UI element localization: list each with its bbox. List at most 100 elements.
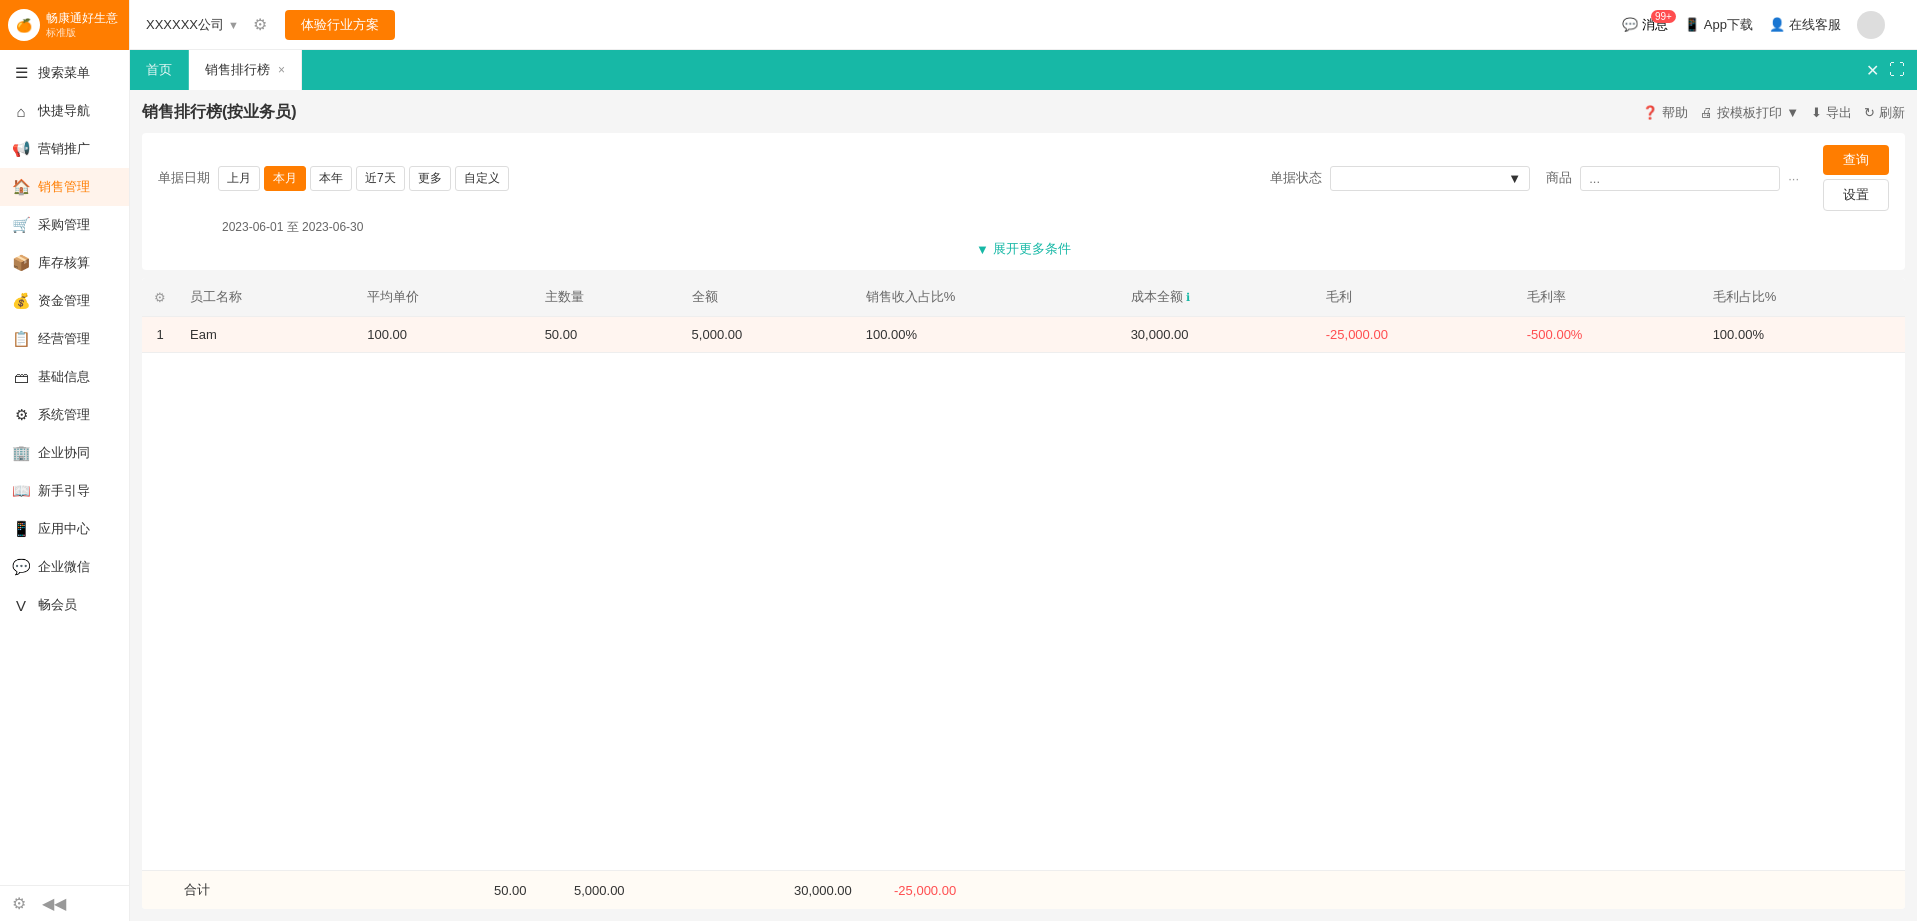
settings-button[interactable]: 设置 — [1823, 179, 1889, 211]
status-select-chevron-icon: ▼ — [1508, 171, 1521, 186]
page-title: 销售排行榜(按业务员) — [142, 102, 297, 123]
sidebar-item-operations-label: 经营管理 — [38, 330, 90, 348]
sidebar-item-enterprise-label: 企业协同 — [38, 444, 90, 462]
th-gross: 毛利 — [1314, 278, 1515, 317]
chevron-down-icon: ▼ — [976, 242, 989, 257]
tabbar-close-icon[interactable]: ✕ — [1866, 61, 1879, 80]
td-sales-pct: 100.00% — [854, 317, 1119, 353]
refresh-button[interactable]: ↻ 刷新 — [1864, 104, 1905, 122]
status-filter: 单据状态 ▼ — [1270, 166, 1530, 191]
message-badge: 99+ — [1651, 10, 1676, 23]
status-select[interactable]: ▼ — [1330, 166, 1530, 191]
help-button[interactable]: ❓ 帮助 — [1642, 104, 1688, 122]
tab-sales-ranking[interactable]: 销售排行榜 × — [189, 50, 302, 90]
sidebar-item-sales[interactable]: 🏠 销售管理 — [0, 168, 129, 206]
topbar: XXXXXX公司 ▼ ⚙ 体验行业方案 💬 消息 99+ 📱 App下载 👤 在… — [130, 0, 1917, 50]
table-scroll[interactable]: ⚙ 员工名称 平均单价 主数量 全额 销售收入占比% 成本全额 ℹ 毛利 毛利率… — [142, 278, 1905, 870]
status-filter-label: 单据状态 — [1270, 169, 1322, 187]
online-service-button[interactable]: 👤 在线客服 — [1769, 16, 1841, 34]
sidebar-item-operations[interactable]: 📋 经营管理 — [0, 320, 129, 358]
footer-cost: 30,000.00 — [794, 883, 894, 898]
goods-input[interactable] — [1580, 166, 1780, 191]
sidebar-item-enterprise[interactable]: 🏢 企业协同 — [0, 434, 129, 472]
action-buttons: 查询 设置 — [1823, 145, 1889, 211]
member-icon: V — [12, 597, 30, 614]
apps-icon: 📱 — [12, 520, 30, 538]
sidebar-item-system[interactable]: ⚙ 系统管理 — [0, 396, 129, 434]
footer-gross: -25,000.00 — [894, 883, 994, 898]
topbar-right: 💬 消息 99+ 📱 App下载 👤 在线客服 — [1622, 11, 1901, 39]
print-button[interactable]: 🖨 按模板打印 ▼ — [1700, 104, 1799, 122]
column-settings-icon[interactable]: ⚙ — [154, 290, 166, 305]
data-table: ⚙ 员工名称 平均单价 主数量 全额 销售收入占比% 成本全额 ℹ 毛利 毛利率… — [142, 278, 1905, 353]
logo-sub: 标准版 — [46, 26, 118, 40]
trial-button[interactable]: 体验行业方案 — [285, 10, 395, 40]
sidebar-item-inventory-label: 库存核算 — [38, 254, 90, 272]
settings-icon[interactable]: ⚙ — [12, 894, 26, 913]
th-name: 员工名称 — [178, 278, 355, 317]
page-header-actions: ❓ 帮助 🖨 按模板打印 ▼ ⬇ 导出 ↻ 刷新 — [1642, 104, 1905, 122]
date-btn-custom[interactable]: 自定义 — [455, 166, 509, 191]
print-chevron-icon: ▼ — [1786, 105, 1799, 120]
sidebar: 🍊 畅康通好生意 标准版 ☰ 搜索菜单 ⌂ 快捷导航 📢 营销推广 🏠 销售管理… — [0, 0, 130, 921]
purchase-icon: 🛒 — [12, 216, 30, 234]
avatar[interactable] — [1857, 11, 1885, 39]
table-footer: 合计 50.00 5,000.00 30,000.00 -25,000.00 — [142, 870, 1905, 909]
tabbar-expand-icon[interactable]: ⛶ — [1889, 61, 1905, 79]
date-btn-current-month[interactable]: 本月 — [264, 166, 306, 191]
td-amount: 5,000.00 — [680, 317, 854, 353]
filter-panel: 单据日期 上月 本月 本年 近7天 更多 自定义 单据状态 ▼ — [142, 133, 1905, 270]
home-icon: ⌂ — [12, 103, 30, 120]
td-avg-price: 100.00 — [355, 317, 532, 353]
sidebar-item-finance[interactable]: 💰 资金管理 — [0, 282, 129, 320]
sidebar-item-purchase[interactable]: 🛒 采购管理 — [0, 206, 129, 244]
marketing-icon: 📢 — [12, 140, 30, 158]
sidebar-item-basic[interactable]: 🗃 基础信息 — [0, 358, 129, 396]
sidebar-item-basic-label: 基础信息 — [38, 368, 90, 386]
topbar-gear-icon[interactable]: ⚙ — [253, 15, 267, 34]
query-button[interactable]: 查询 — [1823, 145, 1889, 175]
footer-total-label: 合计 — [184, 881, 414, 899]
td-gross-pct: 100.00% — [1701, 317, 1905, 353]
finance-icon: 💰 — [12, 292, 30, 310]
app-download-button[interactable]: 📱 App下载 — [1684, 16, 1753, 34]
sidebar-item-purchase-label: 采购管理 — [38, 216, 90, 234]
td-gross-rate: -500.00% — [1515, 317, 1701, 353]
tab-close-icon[interactable]: × — [278, 63, 285, 77]
message-button[interactable]: 💬 消息 99+ — [1622, 16, 1668, 34]
logo-text: 畅康通好生意 — [46, 10, 118, 27]
sidebar-item-member-label: 畅会员 — [38, 596, 77, 614]
tab-home[interactable]: 首页 — [130, 50, 189, 90]
company-selector[interactable]: XXXXXX公司 ▼ — [146, 16, 239, 34]
date-btn-prev-month[interactable]: 上月 — [218, 166, 260, 191]
sidebar-item-search[interactable]: ☰ 搜索菜单 — [0, 54, 129, 92]
th-gross-rate: 毛利率 — [1515, 278, 1701, 317]
date-btn-7days[interactable]: 近7天 — [356, 166, 405, 191]
sidebar-item-quicknav[interactable]: ⌂ 快捷导航 — [0, 92, 129, 130]
sidebar-item-finance-label: 资金管理 — [38, 292, 90, 310]
enterprise-icon: 🏢 — [12, 444, 30, 462]
expand-filter-button[interactable]: ▼ 展开更多条件 — [976, 240, 1071, 258]
sidebar-item-marketing[interactable]: 📢 营销推广 — [0, 130, 129, 168]
td-cost: 30,000.00 — [1119, 317, 1314, 353]
th-sales-pct: 销售收入占比% — [854, 278, 1119, 317]
th-gross-pct: 毛利占比% — [1701, 278, 1905, 317]
system-icon: ⚙ — [12, 406, 30, 424]
sidebar-logo: 🍊 畅康通好生意 标准版 — [0, 0, 129, 50]
sidebar-item-search-label: 搜索菜单 — [38, 64, 90, 82]
td-name: Eam — [178, 317, 355, 353]
goods-more-icon[interactable]: ··· — [1788, 171, 1799, 186]
logo-icon: 🍊 — [8, 9, 40, 41]
sidebar-item-wechat[interactable]: 💬 企业微信 — [0, 548, 129, 586]
sidebar-item-apps[interactable]: 📱 应用中心 — [0, 510, 129, 548]
date-btn-more[interactable]: 更多 — [409, 166, 451, 191]
company-name: XXXXXX公司 — [146, 16, 224, 34]
collapse-icon[interactable]: ◀◀ — [42, 894, 66, 913]
td-gross: -25,000.00 — [1314, 317, 1515, 353]
sidebar-item-member[interactable]: V 畅会员 — [0, 586, 129, 624]
date-btn-current-year[interactable]: 本年 — [310, 166, 352, 191]
search-icon: ☰ — [12, 64, 30, 82]
sidebar-item-guide[interactable]: 📖 新手引导 — [0, 472, 129, 510]
sidebar-item-inventory[interactable]: 📦 库存核算 — [0, 244, 129, 282]
export-button[interactable]: ⬇ 导出 — [1811, 104, 1852, 122]
